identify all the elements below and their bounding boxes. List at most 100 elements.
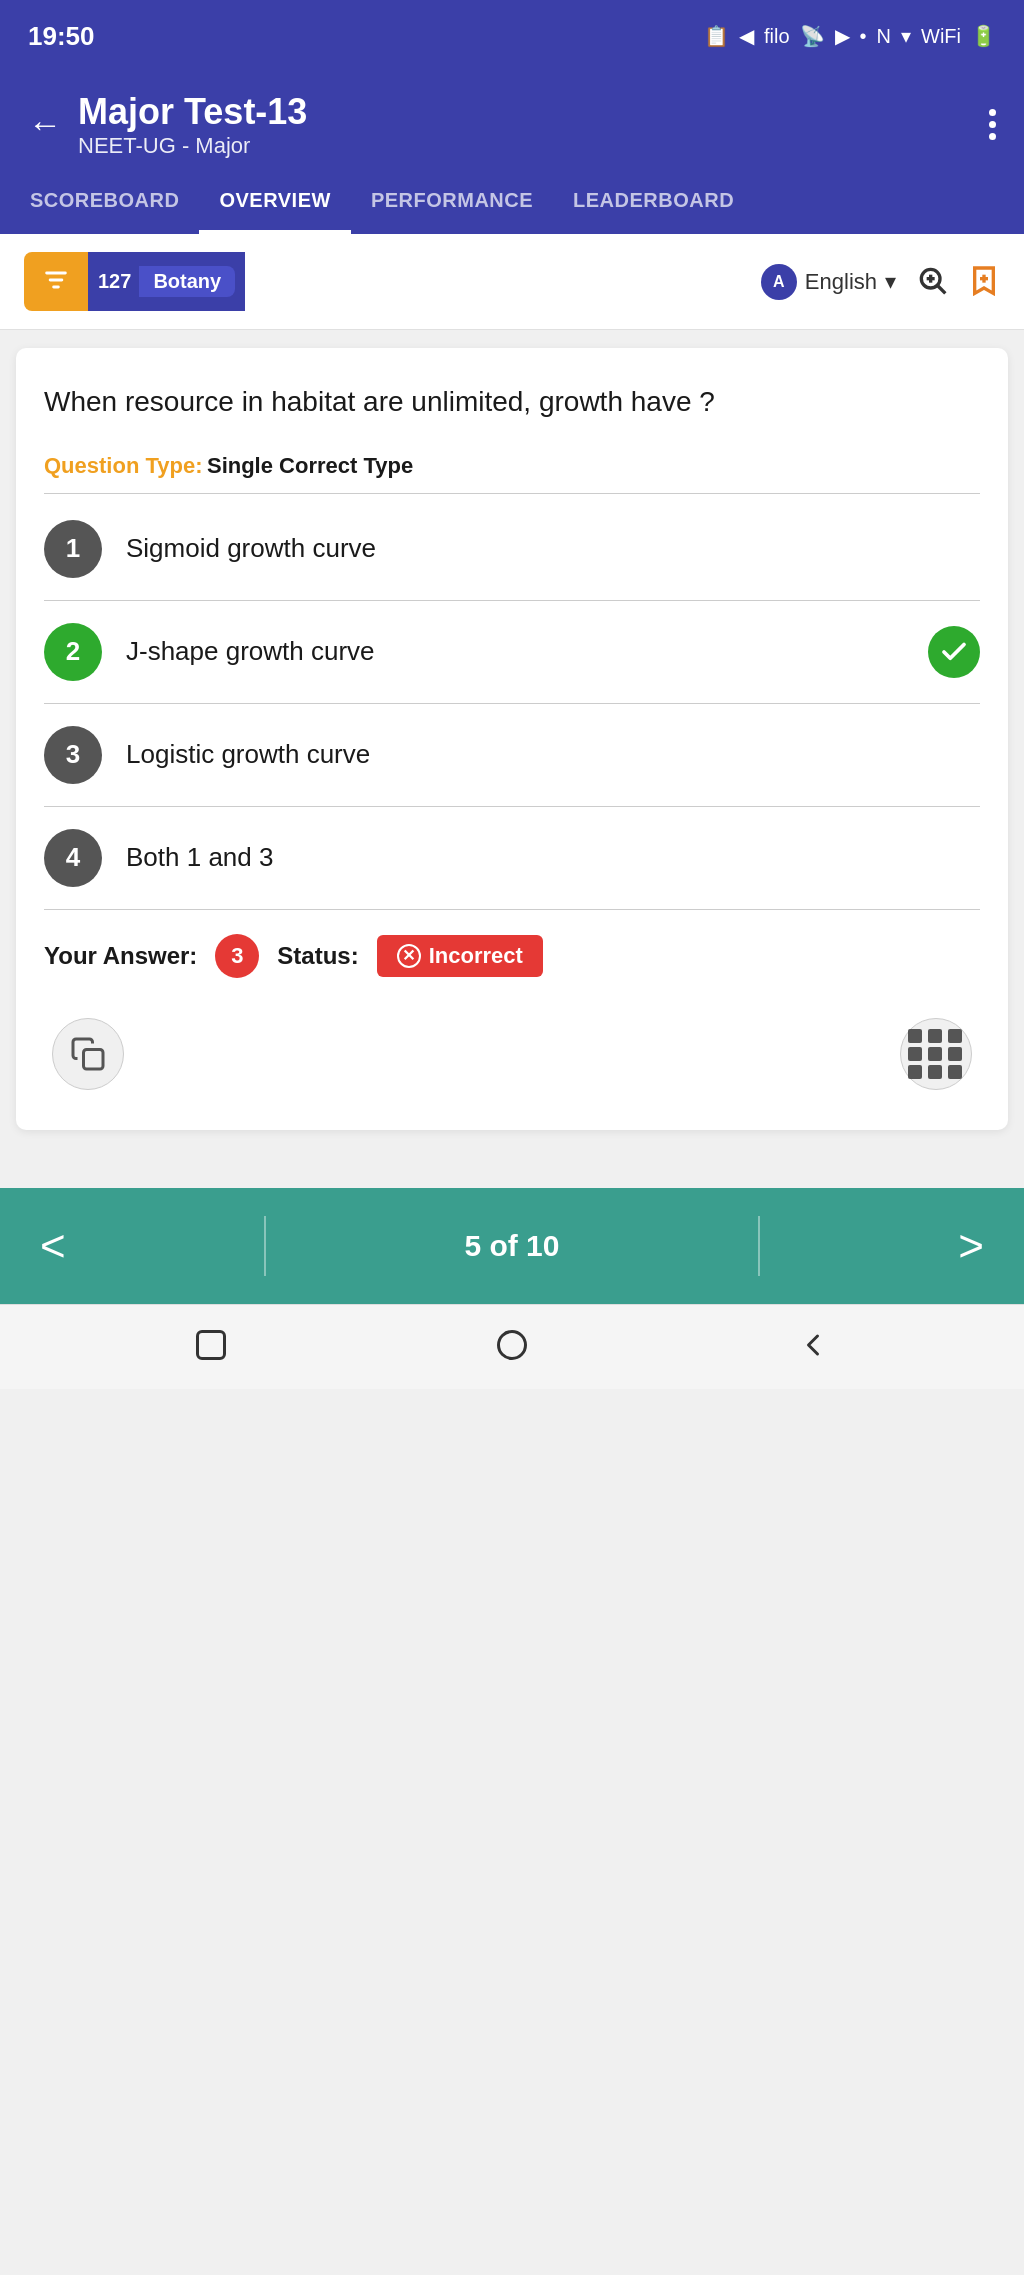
grid-dot xyxy=(948,1047,962,1061)
signal-icon: ▾ xyxy=(901,24,911,48)
status-time: 19:50 xyxy=(28,21,95,52)
status-value: Incorrect xyxy=(429,943,523,969)
question-number: 127 xyxy=(98,270,131,293)
filter-icon xyxy=(42,266,70,294)
svg-line-1 xyxy=(938,286,945,293)
svg-point-8 xyxy=(498,1331,525,1358)
lang-icon: A xyxy=(761,264,797,300)
tab-performance[interactable]: PERFORMANCE xyxy=(351,171,553,234)
page-info: 5 of 10 xyxy=(464,1229,559,1263)
option-text-4: Both 1 and 3 xyxy=(126,842,980,873)
bookmark-icon xyxy=(968,264,1000,296)
wifi-icon: WiFi xyxy=(921,25,961,48)
grid-dot xyxy=(928,1029,942,1043)
language-selector[interactable]: A English ▾ xyxy=(761,264,896,300)
svg-rect-6 xyxy=(84,1049,104,1069)
nav-divider-left xyxy=(264,1216,266,1276)
nfc-icon: N xyxy=(877,25,891,48)
youtube-icon: ▶ xyxy=(835,24,850,48)
subject-badge: 127 Botany xyxy=(88,252,245,311)
option-num-2: 2 xyxy=(44,623,102,681)
grid-dot xyxy=(908,1047,922,1061)
location-icon: ◀ xyxy=(739,24,754,48)
grid-button[interactable] xyxy=(900,1018,972,1090)
question-type-value: Single Correct Type xyxy=(207,453,413,478)
lang-dropdown-icon: ▾ xyxy=(885,269,896,295)
next-button[interactable]: > xyxy=(958,1224,984,1268)
option-row-4[interactable]: 4 Both 1 and 3 xyxy=(44,807,980,910)
android-back-button[interactable] xyxy=(795,1327,831,1367)
question-type: Question Type: Single Correct Type xyxy=(44,453,980,479)
subject-name: Botany xyxy=(139,266,235,297)
header-title-block: Major Test-13 NEET-UG - Major xyxy=(78,90,307,159)
nav-tabs: SCOREBOARD OVERVIEW PERFORMANCE LEADERBO… xyxy=(0,171,1024,234)
grid-icon xyxy=(908,1029,964,1079)
question-card: When resource in habitat are unlimited, … xyxy=(16,348,1008,1130)
android-square-button[interactable] xyxy=(193,1327,229,1367)
your-answer-num: 3 xyxy=(215,934,259,978)
toolbar-right: A English ▾ xyxy=(761,264,1000,300)
wifi-wave-icon: 📡 xyxy=(800,24,825,48)
option-text-2: J-shape growth curve xyxy=(126,636,904,667)
tab-leaderboard[interactable]: LEADERBOARD xyxy=(553,171,754,234)
option-row-1[interactable]: 1 Sigmoid growth curve xyxy=(44,498,980,601)
status-bar: 19:50 📋 ◀ filo 📡 ▶ • N ▾ WiFi 🔋 xyxy=(0,0,1024,72)
zoom-icon xyxy=(916,264,948,296)
dot-icon: • xyxy=(860,25,867,48)
option-text-1: Sigmoid growth curve xyxy=(126,533,980,564)
option-num-1: 1 xyxy=(44,520,102,578)
copy-button[interactable] xyxy=(52,1018,124,1090)
grid-dot xyxy=(948,1029,962,1043)
app-header: ← Major Test-13 NEET-UG - Major xyxy=(0,72,1024,171)
grid-dot xyxy=(908,1029,922,1043)
square-nav-icon xyxy=(193,1327,229,1363)
grid-dot xyxy=(948,1065,962,1079)
grid-dot xyxy=(928,1047,942,1061)
menu-dot-1 xyxy=(989,109,996,116)
correct-checkmark xyxy=(928,626,980,678)
option-num-4: 4 xyxy=(44,829,102,887)
question-type-label: Question Type: xyxy=(44,453,203,478)
question-text: When resource in habitat are unlimited, … xyxy=(44,380,980,425)
status-icons: 📋 ◀ filo 📡 ▶ • N ▾ WiFi 🔋 xyxy=(704,24,996,48)
copy-icon xyxy=(70,1036,106,1072)
grid-dot xyxy=(908,1065,922,1079)
filter-button[interactable] xyxy=(24,252,88,311)
prev-button[interactable]: < xyxy=(40,1224,66,1268)
nav-divider-right xyxy=(758,1216,760,1276)
option-text-3: Logistic growth curve xyxy=(126,739,980,770)
header-left: ← Major Test-13 NEET-UG - Major xyxy=(28,90,307,159)
question-toolbar: 127 Botany A English ▾ xyxy=(0,234,1024,330)
status-badge: ✕ Incorrect xyxy=(377,935,543,977)
tab-overview[interactable]: OVERVIEW xyxy=(199,171,350,234)
answer-status: Your Answer: 3 Status: ✕ Incorrect xyxy=(44,910,980,990)
option-num-3: 3 xyxy=(44,726,102,784)
notification-icon: 📋 xyxy=(704,24,729,48)
svg-rect-7 xyxy=(197,1331,224,1358)
page-subtitle: NEET-UG - Major xyxy=(78,133,307,159)
grid-dot xyxy=(928,1065,942,1079)
triangle-nav-icon xyxy=(795,1327,831,1363)
status-label: Status: xyxy=(277,942,358,970)
android-home-button[interactable] xyxy=(494,1327,530,1367)
card-actions xyxy=(44,990,980,1098)
menu-dot-3 xyxy=(989,133,996,140)
toolbar-left: 127 Botany xyxy=(24,252,245,311)
page-title: Major Test-13 xyxy=(78,90,307,133)
x-circle-icon: ✕ xyxy=(397,944,421,968)
battery-icon: 🔋 xyxy=(971,24,996,48)
your-answer-label: Your Answer: xyxy=(44,942,197,970)
nav-footer: < 5 of 10 > xyxy=(0,1188,1024,1304)
zoom-button[interactable] xyxy=(916,264,948,300)
option-row-2[interactable]: 2 J-shape growth curve xyxy=(44,601,980,704)
menu-dot-2 xyxy=(989,121,996,128)
circle-nav-icon xyxy=(494,1327,530,1363)
android-nav-bar xyxy=(0,1304,1024,1389)
bookmark-button[interactable] xyxy=(968,264,1000,300)
menu-button[interactable] xyxy=(989,109,996,140)
app-label: filo xyxy=(764,25,790,48)
tab-scoreboard[interactable]: SCOREBOARD xyxy=(10,171,199,234)
option-row-3[interactable]: 3 Logistic growth curve xyxy=(44,704,980,807)
divider-top xyxy=(44,493,980,494)
back-button[interactable]: ← xyxy=(28,105,62,144)
